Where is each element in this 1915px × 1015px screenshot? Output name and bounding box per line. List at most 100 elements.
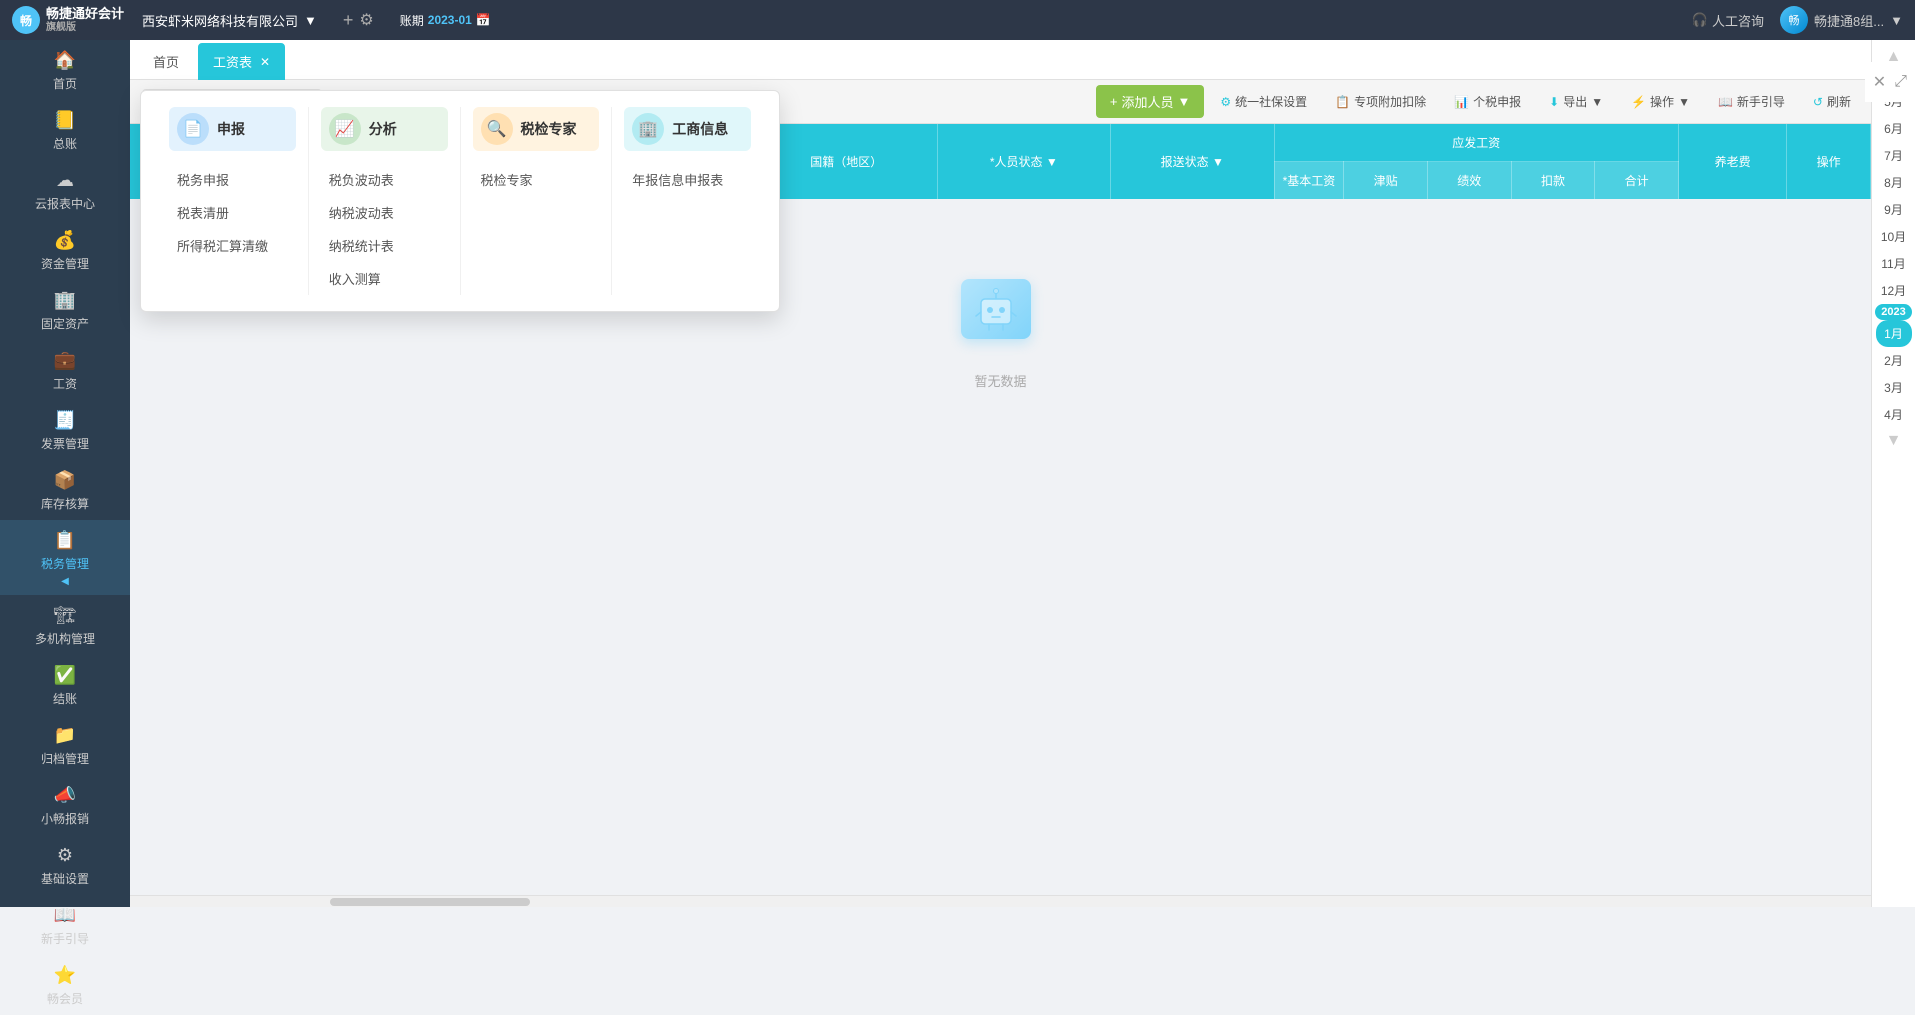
- home-tab-label: 首页: [153, 52, 179, 71]
- section-header-business: 🏢 工商信息: [624, 107, 751, 151]
- company-dropdown-icon: ▼: [304, 13, 317, 28]
- customer-service-btn[interactable]: 🎧 人工咨询: [1692, 11, 1764, 30]
- tab-close-btn[interactable]: ✕: [260, 55, 270, 69]
- empty-svg: [971, 284, 1021, 334]
- section-header-analysis: 📈 分析: [321, 107, 448, 151]
- sidebar-item-member[interactable]: ⭐ 畅会员: [0, 955, 130, 1015]
- menu-item-annual-report[interactable]: 年报信息申报表: [624, 163, 751, 196]
- month-1-current[interactable]: 1月: [1876, 320, 1912, 347]
- guide-icon: 📖: [54, 905, 76, 926]
- month-2[interactable]: 2月: [1876, 347, 1912, 374]
- sidebar-item-promo[interactable]: 📣 小畅报销: [0, 775, 130, 835]
- empty-illustration: [961, 279, 1031, 339]
- tax-filing-btn[interactable]: 📊 个税申报: [1446, 88, 1529, 115]
- deduction-icon: 📋: [1335, 95, 1350, 109]
- month-11[interactable]: 11月: [1876, 250, 1912, 277]
- salary-icon: 💼: [54, 350, 76, 371]
- tax-icon: 📋: [54, 530, 76, 551]
- tab-payroll[interactable]: 工资表 ✕: [198, 43, 285, 80]
- home-icon: 🏠: [54, 50, 76, 71]
- guide-action-icon: 📖: [1718, 95, 1733, 109]
- col-action: 操作: [1787, 124, 1871, 199]
- sidebar-item-invoice[interactable]: 🧾 发票管理: [0, 400, 130, 460]
- headset-icon: 🎧: [1692, 12, 1708, 28]
- refresh-btn[interactable]: ↺ 刷新: [1805, 88, 1859, 115]
- month-12[interactable]: 12月: [1876, 277, 1912, 304]
- inventory-icon: 📦: [54, 470, 76, 491]
- month-scroll-down[interactable]: ▼: [1882, 428, 1906, 454]
- menu-item-tax-burden[interactable]: 税负波动表: [321, 163, 448, 196]
- company-name: 西安虾米网络科技有限公司: [142, 11, 298, 30]
- sidebar-item-cloud[interactable]: ☁ 云报表中心: [0, 160, 130, 220]
- menu-item-tax-stats[interactable]: 纳税统计表: [321, 229, 448, 262]
- settle-icon: ✅: [54, 665, 76, 686]
- menu-item-annual-settlement[interactable]: 所得税汇算清缴: [169, 229, 296, 262]
- section-declaration: 📄 申报 税务申报 税表清册 所得税汇算清缴: [157, 107, 309, 295]
- settings-icon[interactable]: ⚙: [359, 10, 373, 30]
- collapse-arrow: ◀: [61, 576, 69, 587]
- menu-item-tax-declaration[interactable]: 税务申报: [169, 163, 296, 196]
- tab-home[interactable]: 首页: [138, 43, 194, 80]
- settings-sidebar-icon: ⚙: [57, 845, 73, 866]
- month-7[interactable]: 7月: [1876, 142, 1912, 169]
- sidebar-label-settle: 结账: [53, 690, 77, 707]
- user-profile-btn[interactable]: 畅 畅捷通8组... ▼: [1780, 6, 1903, 34]
- toolbar-actions: ⚙ 统一社保设置 📋 专项附加扣除 📊 个税申报 ⬇ 导出 ▼ ⚡: [1212, 88, 1859, 115]
- col-allowance: 津贴: [1344, 162, 1428, 200]
- period-label: 账期: [400, 12, 424, 29]
- add-icon: +: [1110, 94, 1118, 109]
- sidebar-label-inventory: 库存核算: [41, 495, 89, 512]
- menu-item-income-estimate[interactable]: 收入测算: [321, 262, 448, 295]
- month-6[interactable]: 6月: [1876, 115, 1912, 142]
- scroll-thumb[interactable]: [330, 898, 530, 906]
- sidebar-item-settle[interactable]: ✅ 结账: [0, 655, 130, 715]
- filing-icon: 📊: [1454, 95, 1469, 109]
- month-8[interactable]: 8月: [1876, 169, 1912, 196]
- sidebar-item-archive[interactable]: 📁 归档管理: [0, 715, 130, 775]
- declaration-icon: 📄: [177, 113, 209, 145]
- sidebar-item-tax[interactable]: 📋 税务管理 ◀: [0, 520, 130, 595]
- col-pension: 养老费: [1679, 124, 1787, 199]
- invoice-icon: 🧾: [54, 410, 76, 431]
- sidebar-label-invoice: 发票管理: [41, 435, 89, 452]
- col-status: *人员状态 ▼: [937, 124, 1110, 199]
- business-icon: 🏢: [632, 113, 664, 145]
- logo-icon: 畅: [12, 6, 40, 34]
- user-dropdown-icon: ▼: [1890, 13, 1903, 28]
- member-icon: ⭐: [54, 965, 76, 986]
- menu-item-tax-expert[interactable]: 税检专家: [473, 163, 600, 196]
- month-9[interactable]: 9月: [1876, 196, 1912, 223]
- sidebar-item-settings[interactable]: ⚙ 基础设置: [0, 835, 130, 895]
- special-deduction-btn[interactable]: 📋 专项附加扣除: [1327, 88, 1434, 115]
- sidebar-label-member: 畅会员: [47, 990, 83, 1007]
- sidebar-item-salary[interactable]: 💼 工资: [0, 340, 130, 400]
- sidebar-item-guide[interactable]: 📖 新手引导: [0, 895, 130, 955]
- company-selector[interactable]: 西安虾米网络科技有限公司 ▼: [134, 7, 325, 34]
- sidebar-label-multi: 多机构管理: [35, 630, 95, 647]
- add-company-btn[interactable]: +: [343, 10, 354, 31]
- sidebar-item-fund[interactable]: 💰 资金管理: [0, 220, 130, 280]
- sidebar-label-promo: 小畅报销: [41, 810, 89, 827]
- social-insurance-btn[interactable]: ⚙ 统一社保设置: [1212, 88, 1315, 115]
- sidebar-item-asset[interactable]: 🏢 固定资产: [0, 280, 130, 340]
- menu-item-tax-clearance[interactable]: 税表清册: [169, 196, 296, 229]
- calendar-icon[interactable]: 📅: [476, 13, 491, 27]
- export-btn[interactable]: ⬇ 导出 ▼: [1541, 88, 1611, 115]
- menu-item-tax-payment[interactable]: 纳税波动表: [321, 196, 448, 229]
- new-guide-btn[interactable]: 📖 新手引导: [1710, 88, 1793, 115]
- sidebar-item-ledger[interactable]: 📒 总账: [0, 100, 130, 160]
- month-10[interactable]: 10月: [1876, 223, 1912, 250]
- sidebar-label-asset: 固定资产: [41, 315, 89, 332]
- sidebar-item-multi[interactable]: 🏗 多机构管理: [0, 595, 130, 655]
- horizontal-scrollbar[interactable]: [130, 895, 1871, 907]
- operations-btn[interactable]: ⚡ 操作 ▼: [1623, 88, 1698, 115]
- month-4[interactable]: 4月: [1876, 401, 1912, 428]
- sidebar-item-inventory[interactable]: 📦 库存核算: [0, 460, 130, 520]
- dropdown-sections: 📄 申报 税务申报 税表清册 所得税汇算清缴 📈 分析 税负波动表 纳税波动表 …: [141, 91, 779, 311]
- sidebar-item-home[interactable]: 🏠 首页: [0, 40, 130, 100]
- add-employee-button[interactable]: + 添加人员 ▼: [1096, 85, 1204, 118]
- month-3[interactable]: 3月: [1876, 374, 1912, 401]
- user-name: 畅捷通8组...: [1814, 11, 1884, 30]
- section-header-expert: 🔍 税检专家: [473, 107, 600, 151]
- tab-bar: 首页 工资表 ✕: [130, 40, 1871, 80]
